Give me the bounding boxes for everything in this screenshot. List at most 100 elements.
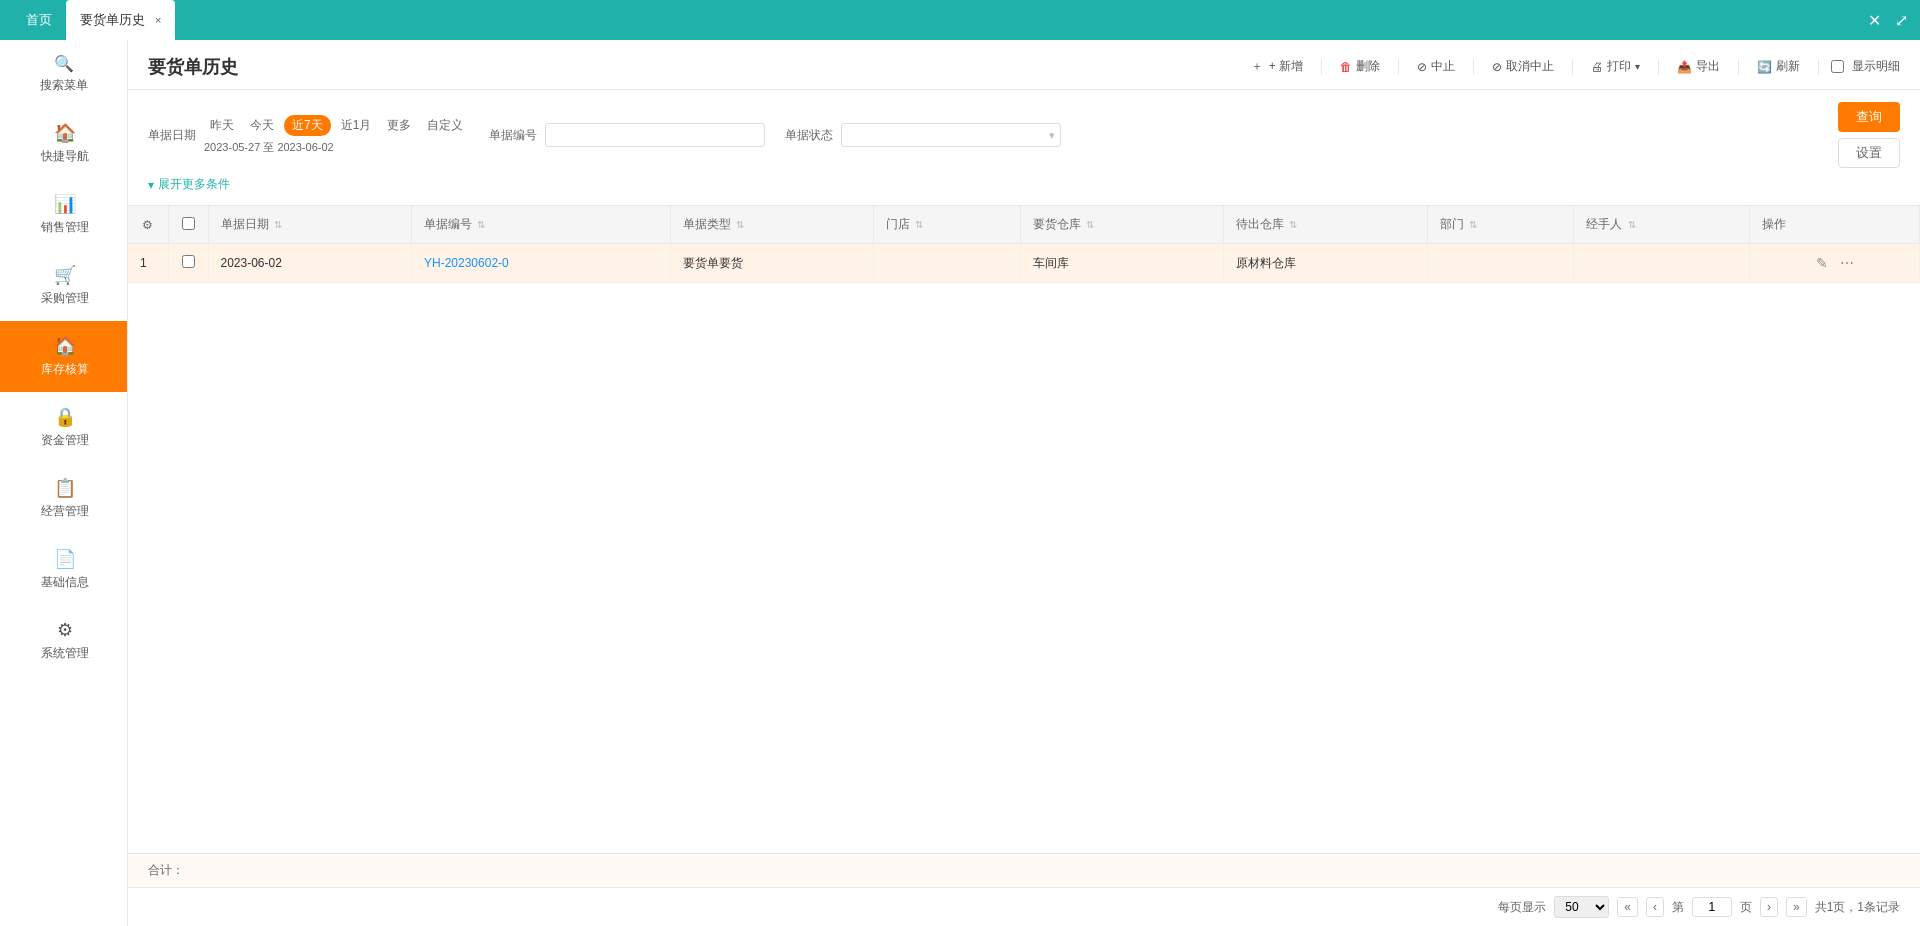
col-handler[interactable]: 经手人 ⇅ xyxy=(1574,206,1749,244)
col-date[interactable]: 单据日期 ⇅ xyxy=(208,206,412,244)
sidebar-item-label: 经营管理 xyxy=(41,503,89,520)
divider xyxy=(1398,59,1399,75)
table-area: ⚙ 单据日期 ⇅ 单据编号 ⇅ 单据类型 xyxy=(128,206,1920,853)
row-department xyxy=(1427,244,1574,283)
sort-icon: ⇅ xyxy=(736,219,744,230)
tab-home[interactable]: 首页 xyxy=(12,0,66,40)
date-1month[interactable]: 近1月 xyxy=(335,115,378,136)
prev-page-button[interactable]: ‹ xyxy=(1646,897,1664,917)
sidebar-item-label: 销售管理 xyxy=(41,219,89,236)
order-no-link[interactable]: YH-20230602-0 xyxy=(424,256,509,270)
divider xyxy=(1738,59,1739,75)
table-row: 1 2023-06-02 YH-20230602-0 要货单要货 车间库 原材料… xyxy=(128,244,1920,283)
expand-filter-button[interactable]: ▾ 展开更多条件 xyxy=(148,176,1900,193)
table-header: ⚙ 单据日期 ⇅ 单据编号 ⇅ 单据类型 xyxy=(128,206,1920,244)
show-detail-checkbox[interactable] xyxy=(1831,60,1844,73)
refresh-button[interactable]: 🔄 刷新 xyxy=(1751,54,1806,79)
tab-history-label: 要货单历史 xyxy=(80,11,145,29)
date-more[interactable]: 更多 xyxy=(381,115,417,136)
col-settings[interactable]: ⚙ xyxy=(128,206,168,244)
query-button[interactable]: 查询 xyxy=(1838,102,1900,132)
top-bar-right: ✕ ⤢ xyxy=(1868,11,1908,30)
row-req-warehouse: 车间库 xyxy=(1020,244,1223,283)
tab-close-icon[interactable]: × xyxy=(155,14,161,26)
sort-icon: ⇅ xyxy=(477,219,485,230)
pagination: 每页显示 50 100 200 « ‹ 第 页 › » 共1页，1条记录 xyxy=(128,887,1920,926)
delete-button[interactable]: 🗑 删除 xyxy=(1334,54,1386,79)
content-area: 要货单历史 ＋ + 新增 🗑 删除 ⊘ 中止 ⊘ xyxy=(128,40,1920,926)
select-all-checkbox[interactable] xyxy=(182,217,195,230)
sidebar-item-system[interactable]: ⚙ 系统管理 xyxy=(0,605,127,676)
status-input[interactable] xyxy=(841,123,1061,147)
per-page-select[interactable]: 50 100 200 xyxy=(1554,896,1609,918)
date-yesterday[interactable]: 昨天 xyxy=(204,115,240,136)
sidebar-item-inventory[interactable]: 🏠 库存核算 xyxy=(0,321,127,392)
status-dropdown-icon: ▾ xyxy=(1049,129,1055,142)
divider xyxy=(1473,59,1474,75)
sidebar-item-purchase[interactable]: 🛒 采购管理 xyxy=(0,250,127,321)
tab-history[interactable]: 要货单历史 × xyxy=(66,0,175,40)
last-page-button[interactable]: » xyxy=(1786,897,1807,917)
row-num: 1 xyxy=(128,244,168,283)
sort-icon: ⇅ xyxy=(1628,219,1636,230)
order-no-input[interactable] xyxy=(545,123,765,147)
add-button[interactable]: ＋ + 新增 xyxy=(1245,54,1309,79)
row-order-type: 要货单要货 xyxy=(670,244,873,283)
date-today[interactable]: 今天 xyxy=(244,115,280,136)
table-body: 1 2023-06-02 YH-20230602-0 要货单要货 车间库 原材料… xyxy=(128,244,1920,283)
page-number-input[interactable] xyxy=(1692,897,1732,917)
sidebar-item-label: 库存核算 xyxy=(41,361,89,378)
col-order-type[interactable]: 单据类型 ⇅ xyxy=(670,206,873,244)
sidebar-item-operations[interactable]: 📋 经营管理 xyxy=(0,463,127,534)
divider xyxy=(1658,59,1659,75)
cancel-suspend-button[interactable]: ⊘ 取消中止 xyxy=(1486,54,1560,79)
date-7days[interactable]: 近7天 xyxy=(284,115,331,136)
finance-icon: 🔒 xyxy=(54,406,76,428)
col-order-no[interactable]: 单据编号 ⇅ xyxy=(412,206,671,244)
divider xyxy=(1321,59,1322,75)
col-req-warehouse[interactable]: 要货仓库 ⇅ xyxy=(1020,206,1223,244)
col-store[interactable]: 门店 ⇅ xyxy=(873,206,1020,244)
sidebar-item-label: 系统管理 xyxy=(41,645,89,662)
date-custom[interactable]: 自定义 xyxy=(421,115,469,136)
order-no-label: 单据编号 xyxy=(489,127,537,144)
sidebar-search[interactable]: 🔍 搜索菜单 xyxy=(0,40,127,108)
suspend-button[interactable]: ⊘ 中止 xyxy=(1411,54,1461,79)
filter-actions: 查询 设置 xyxy=(1828,102,1900,168)
sort-icon: ⇅ xyxy=(274,219,282,230)
row-handler xyxy=(1574,244,1749,283)
col-checkbox xyxy=(168,206,208,244)
date-options: 昨天 今天 近7天 近1月 更多 自定义 xyxy=(204,115,469,136)
suspend-icon: ⊘ xyxy=(1417,60,1427,74)
export-icon: 📤 xyxy=(1677,60,1692,74)
per-page-label: 每页显示 xyxy=(1498,899,1546,916)
col-pending-warehouse[interactable]: 待出仓库 ⇅ xyxy=(1224,206,1427,244)
col-ops: 操作 xyxy=(1749,206,1919,244)
print-button[interactable]: 🖨 打印 ▾ xyxy=(1585,54,1646,79)
operations-icon: 📋 xyxy=(54,477,76,499)
sidebar-item-finance[interactable]: 🔒 资金管理 xyxy=(0,392,127,463)
row-select-checkbox[interactable] xyxy=(182,255,195,268)
divider xyxy=(1572,59,1573,75)
row-checkbox[interactable] xyxy=(168,244,208,283)
status-filter: 单据状态 ▾ xyxy=(785,123,1061,147)
first-page-button[interactable]: « xyxy=(1617,897,1638,917)
page-header: 要货单历史 ＋ + 新增 🗑 删除 ⊘ 中止 ⊘ xyxy=(128,40,1920,90)
sidebar-item-basic-info[interactable]: 📄 基础信息 xyxy=(0,534,127,605)
next-page-button[interactable]: › xyxy=(1760,897,1778,917)
window-maximize-icon[interactable]: ⤢ xyxy=(1895,11,1908,30)
sidebar-item-label: 采购管理 xyxy=(41,290,89,307)
sidebar-item-sales[interactable]: 📊 销售管理 xyxy=(0,179,127,250)
sort-icon: ⇅ xyxy=(1086,219,1094,230)
print-icon: 🖨 xyxy=(1591,60,1603,74)
show-detail-button[interactable]: 显示明细 xyxy=(1831,58,1900,75)
setting-button[interactable]: 设置 xyxy=(1838,138,1900,168)
col-department[interactable]: 部门 ⇅ xyxy=(1427,206,1574,244)
edit-icon[interactable]: ✎ xyxy=(1811,252,1833,274)
more-ops-icon[interactable]: ⋯ xyxy=(1836,252,1858,274)
sidebar-item-quick-nav[interactable]: 🏠 快捷导航 xyxy=(0,108,127,179)
window-close-icon[interactable]: ✕ xyxy=(1868,11,1881,30)
filter-area: 单据日期 昨天 今天 近7天 近1月 更多 自定义 2023-05-27 至 2… xyxy=(128,90,1920,206)
export-button[interactable]: 📤 导出 xyxy=(1671,54,1726,79)
footer-summary: 合计： xyxy=(128,853,1920,887)
